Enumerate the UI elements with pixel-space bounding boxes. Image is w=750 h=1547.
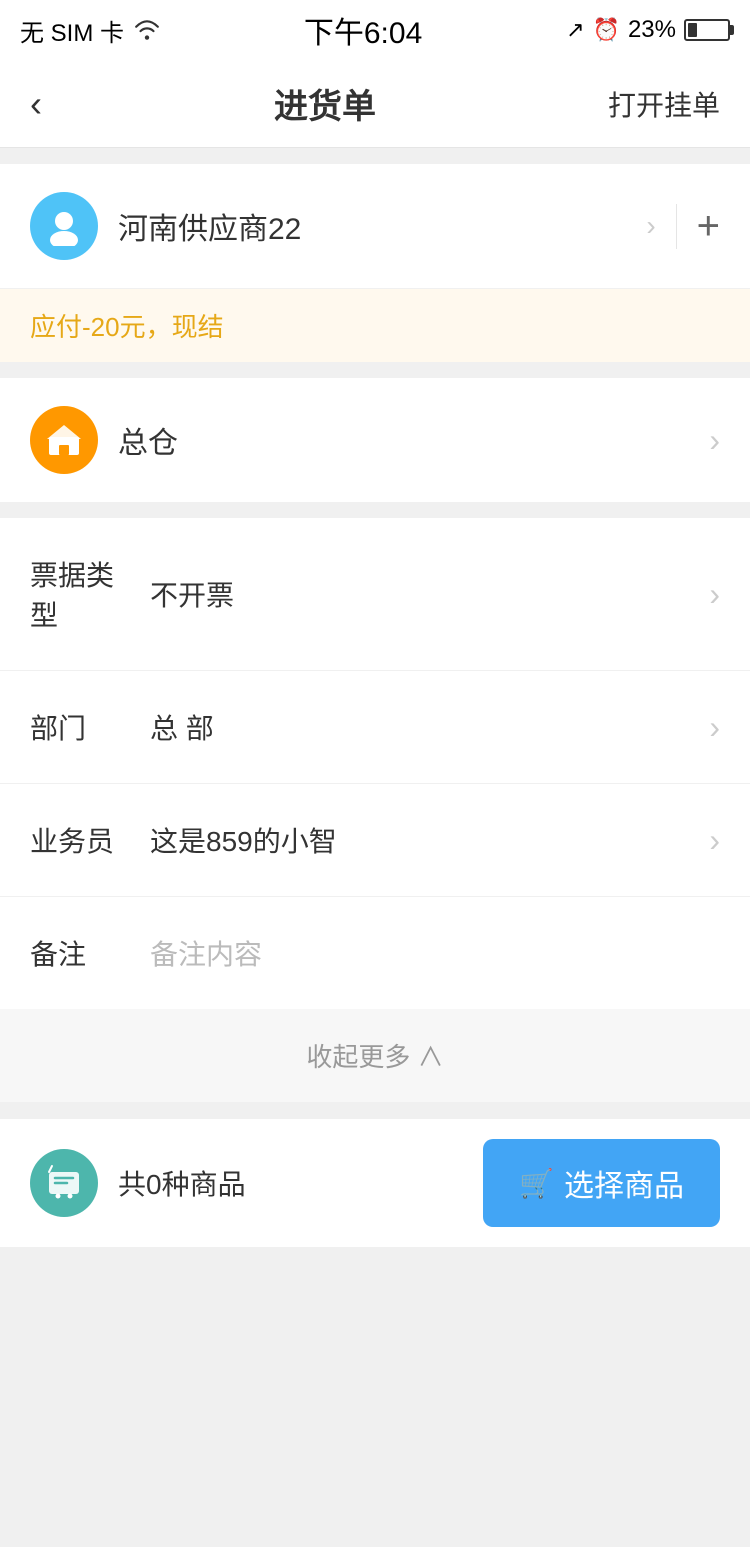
supplier-avatar [30,192,98,260]
status-bar: 无 SIM 卡 下午6:04 ↗ ⏰ 23% [0,0,750,60]
select-product-icon: 🛒 [519,1167,554,1200]
carrier-text: 无 SIM 卡 [20,13,124,48]
form-card: 票据类型 不开票 › 部门 总 部 › 业务员 这是859的小智 › 备注 备注… [0,518,750,1009]
supplier-card: 河南供应商22 › + 应付-20元，现结 [0,164,750,362]
back-button[interactable]: ‹ [30,83,42,125]
collapse-row[interactable]: 收起更多 ∧ [0,1009,750,1102]
select-product-button[interactable]: 🛒 选择商品 [483,1139,720,1227]
product-count-label: 共0种商品 [118,1163,483,1203]
select-product-label: 选择商品 [564,1161,684,1205]
dept-value: 总 部 [140,707,709,747]
remark-input[interactable]: 备注内容 [140,933,720,973]
nav-bar: ‹ 进货单 打开挂单 [0,60,750,148]
background-area [0,1247,750,1547]
dept-chevron-icon: › [709,709,720,746]
user-icon [44,206,84,246]
alarm-icon: ⏰ [593,17,620,43]
warehouse-avatar [30,406,98,474]
remark-label: 备注 [30,933,140,973]
page-title: 进货单 [274,79,376,128]
section-divider-3 [0,502,750,518]
warehouse-name: 总仓 [118,418,709,462]
supplier-chevron-icon: › [646,210,655,242]
section-divider-1 [0,148,750,164]
supplier-row[interactable]: 河南供应商22 › + [0,164,750,289]
invoice-value: 不开票 [140,574,709,614]
status-right: ↗ ⏰ 23% [566,16,730,44]
dept-row[interactable]: 部门 总 部 › [0,670,750,783]
open-pending-button[interactable]: 打开挂单 [608,84,720,124]
section-divider-2 [0,362,750,378]
section-divider-4 [0,1102,750,1118]
sales-chevron-icon: › [709,822,720,859]
wifi-icon [134,20,160,40]
invoice-label: 票据类型 [30,554,140,634]
invoice-chevron-icon: › [709,576,720,613]
supplier-name: 河南供应商22 [118,204,646,248]
collapse-label: 收起更多 ∧ [306,1037,443,1074]
warehouse-chevron-icon: › [709,422,720,459]
warehouse-card: 总仓 › [0,378,750,502]
warehouse-icon [45,421,83,459]
location-icon: ↗ [566,17,584,43]
product-cart-avatar [30,1149,98,1217]
battery-percentage: 23% [628,16,676,44]
sales-row[interactable]: 业务员 这是859的小智 › [0,783,750,896]
dept-label: 部门 [30,707,140,747]
sales-label: 业务员 [30,820,140,860]
bottom-bar: 共0种商品 🛒 选择商品 [0,1118,750,1247]
cart-icon [45,1164,83,1202]
invoice-row[interactable]: 票据类型 不开票 › [0,518,750,670]
add-supplier-button[interactable]: + [676,204,720,249]
status-carrier: 无 SIM 卡 [20,13,160,48]
status-time: 下午6:04 [304,8,422,52]
battery-icon [684,19,730,41]
remark-row[interactable]: 备注 备注内容 [0,896,750,1009]
warehouse-row[interactable]: 总仓 › [0,378,750,502]
sales-value: 这是859的小智 [140,820,709,860]
supplier-notice: 应付-20元，现结 [0,289,750,362]
